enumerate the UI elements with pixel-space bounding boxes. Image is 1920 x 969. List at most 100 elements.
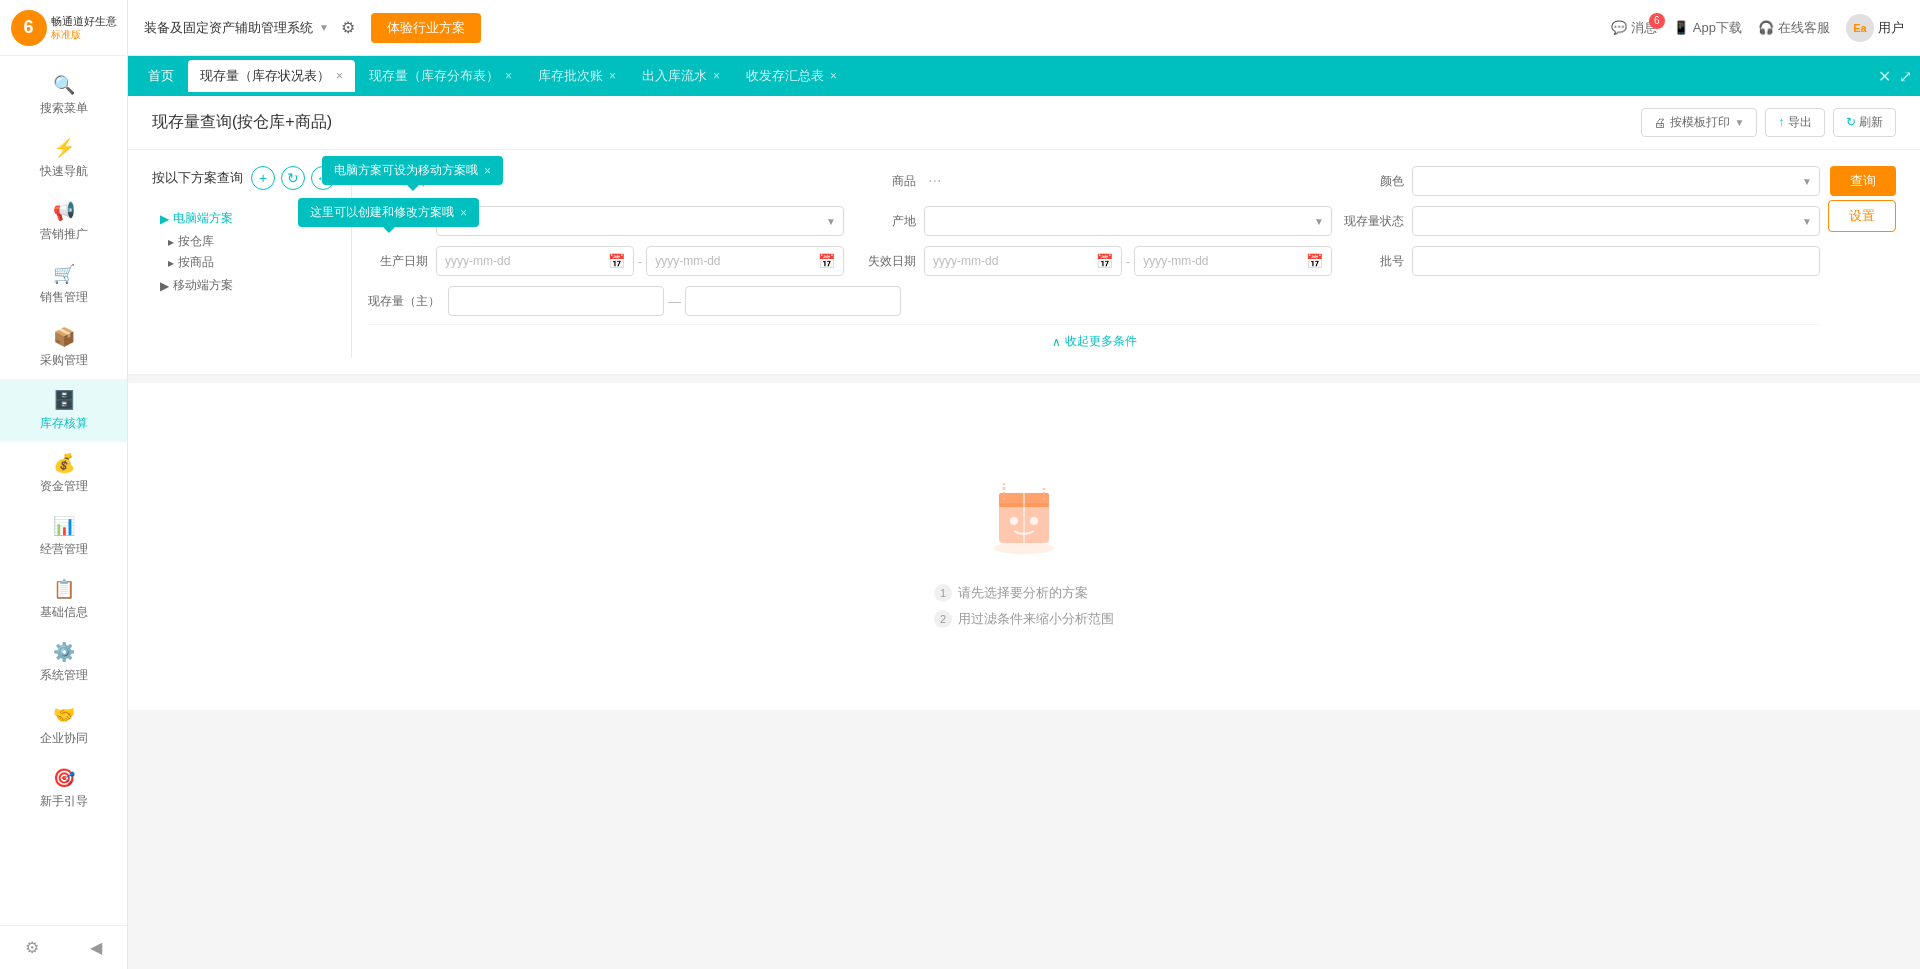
- collapse-btn[interactable]: ∧ 收起更多条件: [1052, 333, 1137, 350]
- collapse-bar: ∧ 收起更多条件: [368, 324, 1820, 358]
- collapse-sidebar-btn[interactable]: ◀: [90, 938, 102, 957]
- filter-label: 按以下方案查询: [152, 169, 243, 187]
- size-select[interactable]: [436, 206, 844, 236]
- guide-icon: 🎯: [53, 767, 75, 789]
- stock-qty-from[interactable]: [448, 286, 664, 316]
- page-title: 现存量查询(按仓库+商品): [152, 112, 332, 133]
- expire-date-from[interactable]: yyyy-mm-dd 📅: [924, 246, 1122, 276]
- refresh-btn[interactable]: ↻ 刷新: [1833, 108, 1896, 137]
- tab-inventory-dist[interactable]: 现存量（库存分布表） ×: [357, 60, 524, 92]
- sidebar-item-inventory[interactable]: 🗄️ 库存核算: [0, 379, 127, 442]
- tab-home[interactable]: 首页: [136, 60, 186, 92]
- sidebar-item-search-menu[interactable]: 🔍 搜索菜单: [0, 64, 127, 127]
- template-print-btn[interactable]: 🖨 按模板打印 ▼: [1641, 108, 1757, 137]
- add-scheme-btn[interactable]: +: [251, 166, 275, 190]
- stock-qty-to[interactable]: [685, 286, 901, 316]
- calendar-icon-3: 📅: [1096, 253, 1113, 269]
- produce-date-from[interactable]: yyyy-mm-dd 📅: [436, 246, 634, 276]
- scheme-item-warehouse[interactable]: ▸按仓库: [152, 231, 335, 252]
- sidebar: 6 畅通道好生意 标准版 🔍 搜索菜单 ⚡ 快速导航 📢 营销推广 🛒 销售管理…: [0, 0, 128, 969]
- search-btn[interactable]: 查询: [1830, 166, 1896, 196]
- refresh-scheme-btn[interactable]: ↻: [281, 166, 305, 190]
- tooltip1-close-btn[interactable]: ×: [484, 164, 491, 178]
- tooltip2-close-btn[interactable]: ×: [460, 206, 467, 220]
- produce-date-to[interactable]: yyyy-mm-dd 📅: [646, 246, 844, 276]
- origin-select-wrap: ▼: [924, 206, 1332, 236]
- filter-field-stock-status: 现存量状态 ▼: [1344, 206, 1820, 236]
- sidebar-item-guide[interactable]: 🎯 新手引导: [0, 757, 127, 820]
- empty-step-1: 1 请先选择要分析的方案: [934, 582, 1114, 604]
- empty-state: 1 请先选择要分析的方案 2 用过滤条件来缩小分析范围: [128, 383, 1920, 710]
- tab-batch-account[interactable]: 库存批次账 ×: [526, 60, 628, 92]
- online-service-btn[interactable]: 🎧 在线客服: [1758, 19, 1830, 37]
- filter-header: 按以下方案查询 + ↻ ←: [152, 166, 335, 190]
- size-select-wrap: ▼: [436, 206, 844, 236]
- app-download-btn[interactable]: 📱 App下载: [1673, 19, 1742, 37]
- filter-field-batch: 批号: [1344, 246, 1820, 276]
- collapse-arrow-icon: ∧: [1052, 335, 1061, 349]
- scheme-item-goods[interactable]: ▸按商品: [152, 252, 335, 273]
- tab-close-batch-account[interactable]: ×: [609, 69, 616, 83]
- filter-field-expire-date: 失效日期 yyyy-mm-dd 📅 - yyyy-mm-dd 📅: [856, 246, 1332, 276]
- topbar-right: 💬 消息 6 📱 App下载 🎧 在线客服 Ea 用户: [1611, 14, 1904, 42]
- sidebar-item-quick-nav[interactable]: ⚡ 快速导航: [0, 127, 127, 190]
- sidebar-item-system[interactable]: ⚙️ 系统管理: [0, 631, 127, 694]
- settings-gear-icon[interactable]: ⚙: [341, 18, 355, 37]
- expand-tab-btn[interactable]: ⤢: [1899, 67, 1912, 86]
- basic-info-icon: 📋: [53, 578, 75, 600]
- filter-row-4: 现存量（主） —: [368, 286, 1820, 316]
- sidebar-bottom: ⚙ ◀: [0, 925, 127, 969]
- color-select[interactable]: [1412, 166, 1820, 196]
- tab-close-inout-flow[interactable]: ×: [713, 69, 720, 83]
- message-btn[interactable]: 💬 消息 6: [1611, 19, 1657, 37]
- settings-bottom-btn[interactable]: ⚙: [25, 938, 39, 957]
- sidebar-item-sales[interactable]: 🛒 销售管理: [0, 253, 127, 316]
- tabbar-actions: ✕ ⤢: [1878, 67, 1912, 86]
- sidebar-item-enterprise[interactable]: 🤝 企业协同: [0, 694, 127, 757]
- tabbar: 首页 现存量（库存状况表） × 现存量（库存分布表） × 库存批次账 × 出入库…: [128, 56, 1920, 96]
- logo-icon: 6: [11, 10, 47, 46]
- sidebar-item-marketing[interactable]: 📢 营销推广: [0, 190, 127, 253]
- tooltip-pc-scheme: 电脑方案可设为移动方案哦 ×: [322, 156, 503, 185]
- origin-select[interactable]: [924, 206, 1332, 236]
- sidebar-item-finance[interactable]: 💰 资金管理: [0, 442, 127, 505]
- tab-inout-flow[interactable]: 出入库流水 ×: [630, 60, 732, 92]
- sidebar-item-basic-info[interactable]: 📋 基础信息: [0, 568, 127, 631]
- reset-btn[interactable]: 设置: [1828, 200, 1896, 232]
- stock-status-select[interactable]: [1412, 206, 1820, 236]
- topbar: 装备及固定资产辅助管理系统 ▼ ⚙ 体验行业方案 💬 消息 6 📱 App下载 …: [128, 0, 1920, 56]
- system-selector[interactable]: 装备及固定资产辅助管理系统 ▼: [144, 19, 329, 37]
- empty-step-2: 2 用过滤条件来缩小分析范围: [934, 608, 1114, 630]
- tab-close-inventory-dist[interactable]: ×: [505, 69, 512, 83]
- industry-btn[interactable]: 体验行业方案: [371, 13, 481, 43]
- content-area: 现存量查询(按仓库+商品) 🖨 按模板打印 ▼ ↑ 导出 ↻ 刷新: [128, 96, 1920, 969]
- svg-point-0: [994, 542, 1054, 554]
- export-btn[interactable]: ↑ 导出: [1765, 108, 1824, 137]
- sidebar-nav: 🔍 搜索菜单 ⚡ 快速导航 📢 营销推广 🛒 销售管理 📦 采购管理 🗄️ 库存…: [0, 56, 127, 925]
- main-area: 装备及固定资产辅助管理系统 ▼ ⚙ 体验行业方案 💬 消息 6 📱 App下载 …: [128, 0, 1920, 969]
- sidebar-item-operation[interactable]: 📊 经营管理: [0, 505, 127, 568]
- goods-dots[interactable]: ···: [928, 172, 941, 190]
- filter-row-2: 尺码 ▼ 产地 ▼: [368, 206, 1820, 236]
- tab-close-receive-summary[interactable]: ×: [830, 69, 837, 83]
- close-all-tabs-btn[interactable]: ✕: [1878, 67, 1891, 86]
- tab-inventory-status[interactable]: 现存量（库存状况表） ×: [188, 60, 355, 92]
- message-icon: 💬: [1611, 20, 1627, 35]
- finance-icon: 💰: [53, 452, 75, 474]
- purchase-icon: 📦: [53, 326, 75, 348]
- page-header: 现存量查询(按仓库+商品) 🖨 按模板打印 ▼ ↑ 导出 ↻ 刷新: [128, 96, 1920, 150]
- system-icon: ⚙️: [53, 641, 75, 663]
- sidebar-item-purchase[interactable]: 📦 采购管理: [0, 316, 127, 379]
- tab-receive-summary[interactable]: 收发存汇总表 ×: [734, 60, 849, 92]
- filter-field-color: 颜色 ▼: [1344, 166, 1820, 196]
- empty-steps: 1 请先选择要分析的方案 2 用过滤条件来缩小分析范围: [934, 582, 1114, 630]
- scheme-tree-mobile[interactable]: ▶ 移动端方案: [152, 273, 335, 298]
- tab-close-inventory-status[interactable]: ×: [336, 69, 343, 83]
- expire-date-to[interactable]: yyyy-mm-dd 📅: [1134, 246, 1332, 276]
- batch-input[interactable]: [1412, 246, 1820, 276]
- svg-point-5: [1030, 517, 1038, 525]
- sales-icon: 🛒: [53, 263, 75, 285]
- filter-field-goods: 商品 ···: [856, 172, 1332, 190]
- page-actions: 🖨 按模板打印 ▼ ↑ 导出 ↻ 刷新: [1641, 108, 1896, 137]
- user-avatar-area[interactable]: Ea 用户: [1846, 14, 1904, 42]
